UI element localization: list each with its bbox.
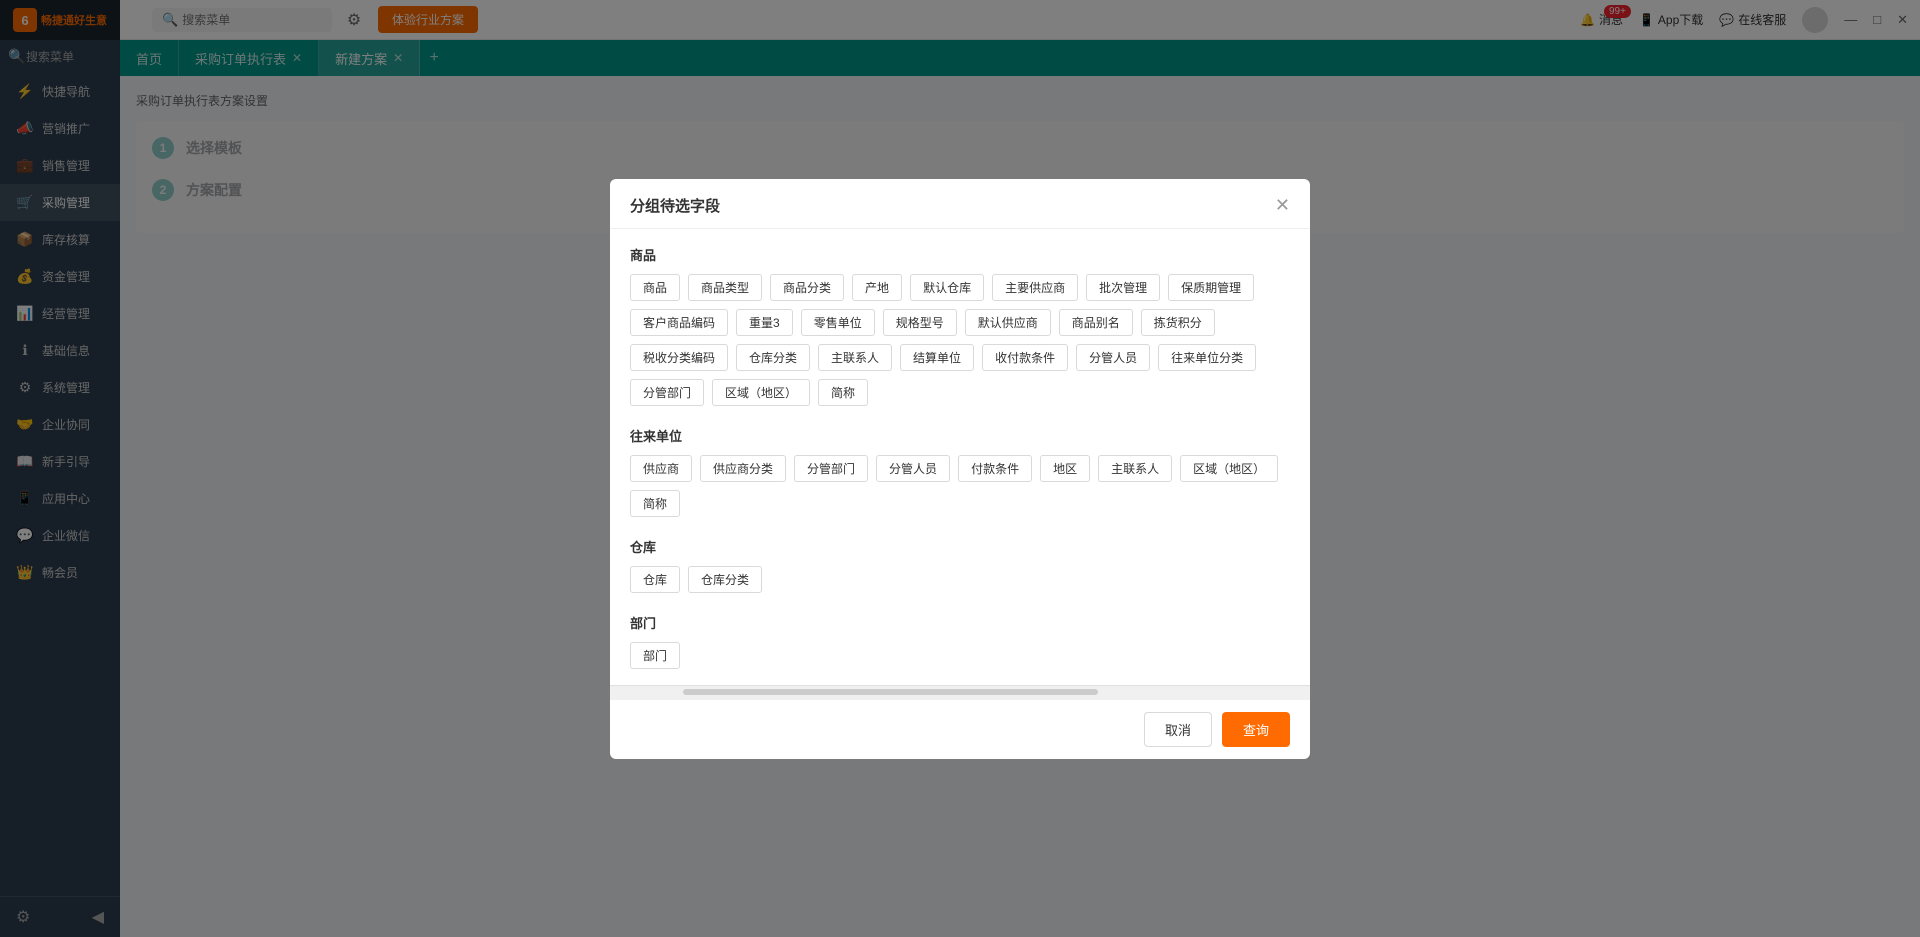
field-tag[interactable]: 部门 <box>630 642 680 669</box>
field-tags-warehouse: 仓库 仓库分类 <box>630 566 1290 593</box>
field-tag[interactable]: 产地 <box>852 274 902 301</box>
field-tag[interactable]: 地区 <box>1040 455 1090 482</box>
field-tags-dept: 部门 <box>630 642 1290 669</box>
field-tag[interactable]: 区域（地区） <box>712 379 810 406</box>
field-group-warehouse: 仓库 仓库 仓库分类 <box>630 537 1290 593</box>
field-tag[interactable]: 商品别名 <box>1059 309 1133 336</box>
field-tag[interactable]: 默认仓库 <box>910 274 984 301</box>
field-group-partners-title: 往来单位 <box>630 426 1290 445</box>
field-tag[interactable]: 付款条件 <box>958 455 1032 482</box>
modal-body: 商品 商品 商品类型 商品分类 产地 默认仓库 主要供应商 批次管理 保质期管理… <box>610 229 1310 685</box>
field-tag[interactable]: 供应商分类 <box>700 455 786 482</box>
field-tag[interactable]: 分管人员 <box>876 455 950 482</box>
field-tag[interactable]: 简称 <box>630 490 680 517</box>
modal-overlay: 分组待选字段 ✕ 商品 商品 商品类型 商品分类 产地 默认仓库 主要供应商 批… <box>0 0 1920 937</box>
field-tag[interactable]: 保质期管理 <box>1168 274 1254 301</box>
field-tag[interactable]: 简称 <box>818 379 868 406</box>
field-tag[interactable]: 往来单位分类 <box>1158 344 1256 371</box>
field-tag[interactable]: 分管部门 <box>794 455 868 482</box>
field-tag[interactable]: 商品类型 <box>688 274 762 301</box>
modal-dialog: 分组待选字段 ✕ 商品 商品 商品类型 商品分类 产地 默认仓库 主要供应商 批… <box>610 179 1310 759</box>
field-tag[interactable]: 规格型号 <box>883 309 957 336</box>
field-tags-goods: 商品 商品类型 商品分类 产地 默认仓库 主要供应商 批次管理 保质期管理 客户… <box>630 274 1290 406</box>
field-tag[interactable]: 收付款条件 <box>982 344 1068 371</box>
field-tags-partners: 供应商 供应商分类 分管部门 分管人员 付款条件 地区 主联系人 区域（地区） … <box>630 455 1290 517</box>
modal-footer: 取消 查询 <box>610 699 1310 759</box>
field-tag[interactable]: 批次管理 <box>1086 274 1160 301</box>
field-tag[interactable]: 主联系人 <box>1098 455 1172 482</box>
field-tag[interactable]: 税收分类编码 <box>630 344 728 371</box>
field-tag[interactable]: 客户商品编码 <box>630 309 728 336</box>
field-tag[interactable]: 拣货积分 <box>1141 309 1215 336</box>
field-tag[interactable]: 仓库分类 <box>736 344 810 371</box>
field-group-dept-title: 部门 <box>630 613 1290 632</box>
confirm-button[interactable]: 查询 <box>1222 712 1290 747</box>
modal-title: 分组待选字段 <box>630 195 720 216</box>
field-group-goods: 商品 商品 商品类型 商品分类 产地 默认仓库 主要供应商 批次管理 保质期管理… <box>630 245 1290 406</box>
field-tag[interactable]: 分管部门 <box>630 379 704 406</box>
field-tag[interactable]: 主要供应商 <box>992 274 1078 301</box>
field-tag[interactable]: 商品分类 <box>770 274 844 301</box>
field-tag[interactable]: 供应商 <box>630 455 692 482</box>
field-group-dept: 部门 部门 <box>630 613 1290 669</box>
modal-close-btn[interactable]: ✕ <box>1275 196 1290 214</box>
field-group-warehouse-title: 仓库 <box>630 537 1290 556</box>
field-tag[interactable]: 分管人员 <box>1076 344 1150 371</box>
field-tag[interactable]: 区域（地区） <box>1180 455 1278 482</box>
field-tag[interactable]: 仓库 <box>630 566 680 593</box>
field-tag[interactable]: 零售单位 <box>801 309 875 336</box>
field-tag[interactable]: 重量3 <box>736 309 793 336</box>
field-group-partners: 往来单位 供应商 供应商分类 分管部门 分管人员 付款条件 地区 主联系人 区域… <box>630 426 1290 517</box>
field-tag[interactable]: 商品 <box>630 274 680 301</box>
field-tag[interactable]: 默认供应商 <box>965 309 1051 336</box>
field-tag[interactable]: 仓库分类 <box>688 566 762 593</box>
cancel-button[interactable]: 取消 <box>1144 712 1212 747</box>
field-group-goods-title: 商品 <box>630 245 1290 264</box>
field-tag[interactable]: 主联系人 <box>818 344 892 371</box>
modal-header: 分组待选字段 ✕ <box>610 179 1310 229</box>
modal-hscroll[interactable] <box>610 685 1310 699</box>
hscroll-bar <box>683 689 1098 695</box>
field-tag[interactable]: 结算单位 <box>900 344 974 371</box>
